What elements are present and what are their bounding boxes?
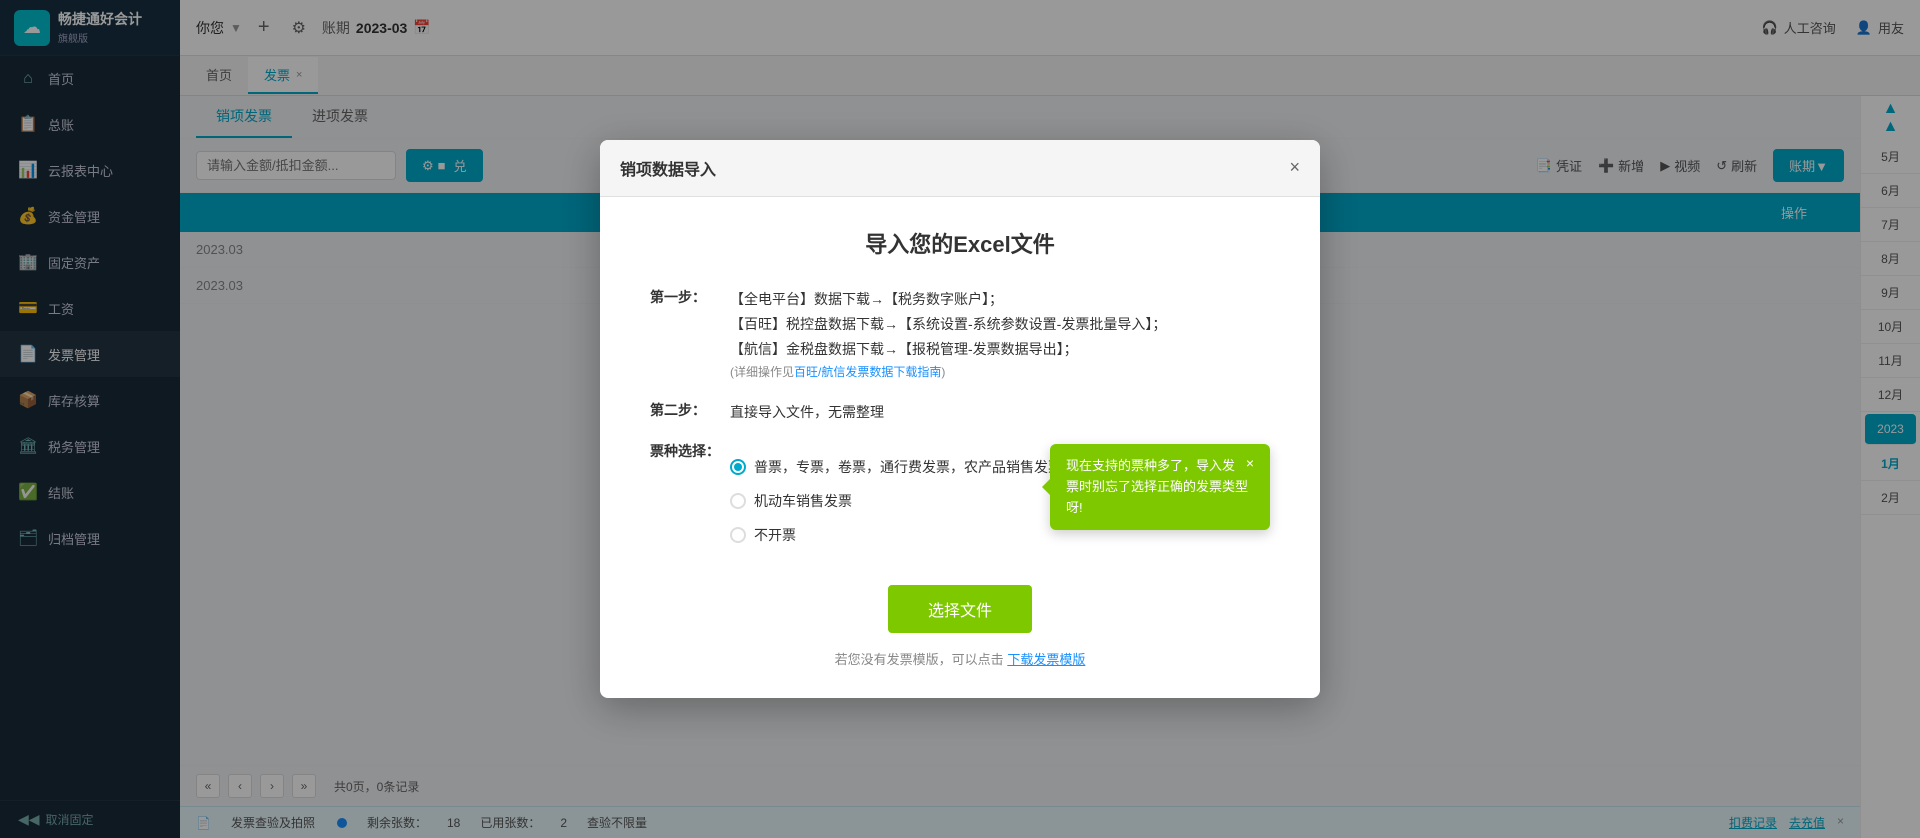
dialog-overlay: 销项数据导入 × 导入您的Excel文件 第一步： 【全电平台】数据下载→【税务… <box>0 0 1920 838</box>
radio-circle-1[interactable] <box>730 459 746 475</box>
radio-label-3: 不开票 <box>754 525 796 545</box>
ticket-type-row: 票种选择： 普票，专票，卷票，通行费发票，农产品销售发票 机动车销售发票 <box>650 441 1270 561</box>
tooltip-container: × 现在支持的票种多了，导入发票时别忘了选择正确的发票类型呀! <box>1050 481 1128 493</box>
radio-option-1[interactable]: 普票，专票，卷票，通行费发票，农产品销售发票 <box>730 457 1062 477</box>
radio-option-3[interactable]: 不开票 <box>730 525 1062 545</box>
dialog-close-button[interactable]: × <box>1289 157 1300 178</box>
step1-row: 第一步： 【全电平台】数据下载→【税务数字账户】； 【百旺】税控盘数据下载→【系… <box>650 287 1270 384</box>
select-file-button[interactable]: 选择文件 <box>888 585 1032 633</box>
step2-content: 直接导入文件，无需整理 <box>730 400 884 425</box>
tooltip-bubble: × 现在支持的票种多了，导入发票时别忘了选择正确的发票类型呀! <box>1050 444 1270 530</box>
radio-label-1: 普票，专票，卷票，通行费发票，农产品销售发票 <box>754 457 1062 477</box>
guide-link[interactable]: 百旺/航信发票数据下载指南 <box>794 365 941 379</box>
step1-line1: 【全电平台】数据下载→【税务数字账户】； <box>730 287 1166 312</box>
radio-group: 普票，专票，卷票，通行费发票，农产品销售发票 机动车销售发票 × 现在支持的票种… <box>730 457 1062 545</box>
step2-text: 直接导入文件，无需整理 <box>730 404 884 420</box>
dialog-body: 导入您的Excel文件 第一步： 【全电平台】数据下载→【税务数字账户】； 【百… <box>600 197 1320 698</box>
download-template-link[interactable]: 下载发票模版 <box>1007 652 1085 667</box>
radio-option-2[interactable]: 机动车销售发票 × 现在支持的票种多了，导入发票时别忘了选择正确的发票类型呀! <box>730 491 1062 511</box>
tooltip-close-button[interactable]: × <box>1246 456 1254 470</box>
step1-line3: 【航信】金税盘数据下载→【报税管理-发票数据导出】； <box>730 337 1166 362</box>
download-tip: 若您没有发票模版，可以点击 下载发票模版 <box>650 649 1270 668</box>
step1-note: (详细操作见百旺/航信发票数据下载指南) <box>730 362 1166 384</box>
radio-dot-1 <box>734 463 742 471</box>
step2-label: 第二步： <box>650 400 720 420</box>
import-dialog: 销项数据导入 × 导入您的Excel文件 第一步： 【全电平台】数据下载→【税务… <box>600 140 1320 698</box>
dialog-header: 销项数据导入 × <box>600 140 1320 197</box>
step2-row: 第二步： 直接导入文件，无需整理 <box>650 400 1270 425</box>
radio-circle-3[interactable] <box>730 527 746 543</box>
radio-label-2: 机动车销售发票 <box>754 491 852 511</box>
step1-content: 【全电平台】数据下载→【税务数字账户】； 【百旺】税控盘数据下载→【系统设置-系… <box>730 287 1166 384</box>
tooltip-text: 现在支持的票种多了，导入发票时别忘了选择正确的发票类型呀! <box>1066 458 1248 515</box>
dialog-title: 销项数据导入 <box>620 156 716 180</box>
dialog-main-title: 导入您的Excel文件 <box>650 227 1270 259</box>
radio-circle-2[interactable] <box>730 493 746 509</box>
step1-line2: 【百旺】税控盘数据下载→【系统设置-系统参数设置-发票批量导入】； <box>730 312 1166 337</box>
step1-label: 第一步： <box>650 287 720 307</box>
ticket-label: 票种选择： <box>650 441 720 461</box>
